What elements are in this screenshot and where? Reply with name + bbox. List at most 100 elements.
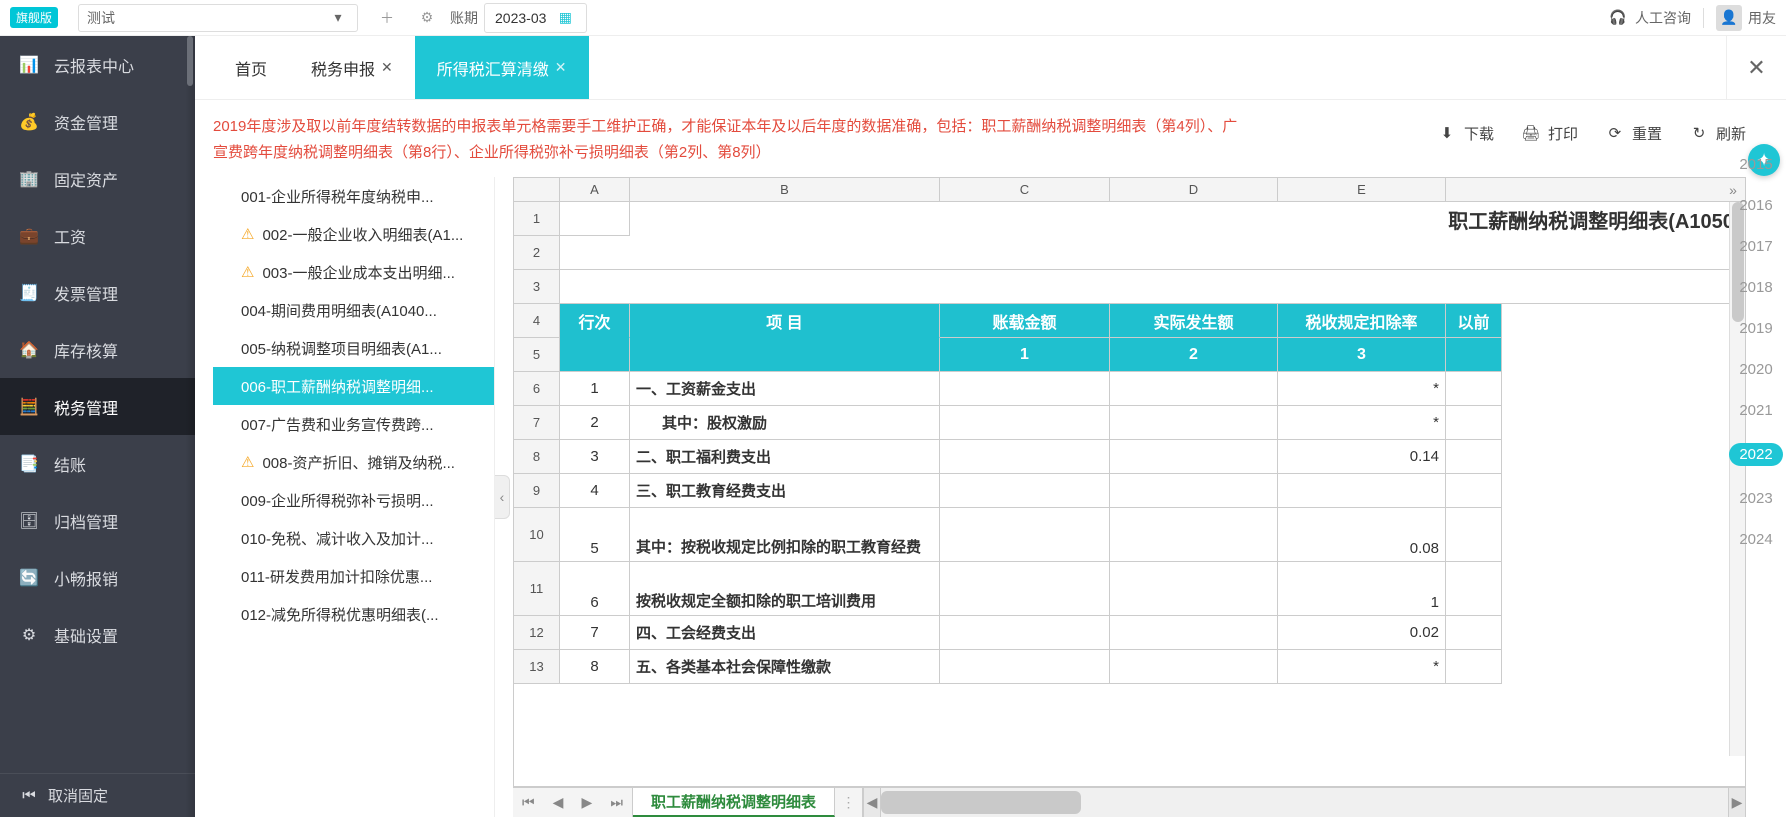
tab-0[interactable]: 首页 <box>213 36 289 99</box>
year-item[interactable]: 2023 <box>1739 490 1772 507</box>
year-item[interactable]: 2021 <box>1739 402 1772 419</box>
cell-f[interactable] <box>1446 406 1502 440</box>
horizontal-scrollbar[interactable]: ◀ ▶ <box>863 788 1746 817</box>
cell-proj[interactable]: 按税收规定全额扣除的职工培训费用 <box>630 562 940 616</box>
cell-f[interactable] <box>1446 372 1502 406</box>
form-list-item[interactable]: 004-期间费用明细表(A1040... <box>213 291 494 329</box>
year-item[interactable]: 2019 <box>1739 320 1772 337</box>
collapse-handle[interactable]: ‹ <box>495 475 510 519</box>
cell-proj[interactable]: 二、职工福利费支出 <box>630 440 940 474</box>
company-select[interactable]: 测试 ▾ <box>78 4 358 32</box>
cell-d[interactable] <box>1110 616 1278 650</box>
year-item[interactable]: 2022 <box>1729 443 1782 466</box>
cell-seq[interactable]: 6 <box>560 562 630 616</box>
cell-c[interactable] <box>940 650 1110 684</box>
sidebar-item-settings[interactable]: ⚙基础设置 <box>0 606 195 663</box>
sidebar-item-wage[interactable]: 💼工资 <box>0 207 195 264</box>
close-all-tabs-button[interactable]: ✕ <box>1726 36 1786 99</box>
row-header[interactable]: 10 <box>514 508 560 562</box>
cell-e[interactable]: * <box>1278 372 1446 406</box>
cell[interactable] <box>560 236 1745 270</box>
sidebar-item-building[interactable]: 🏢固定资产 <box>0 150 195 207</box>
sidebar-item-report[interactable]: 🔄小畅报销 <box>0 549 195 606</box>
row-header[interactable]: 4 <box>514 304 560 338</box>
cell-c[interactable] <box>940 372 1110 406</box>
cell-proj[interactable]: 四、工会经费支出 <box>630 616 940 650</box>
sidebar-item-invoice[interactable]: 🧾发票管理 <box>0 264 195 321</box>
year-item[interactable]: 2017 <box>1739 238 1772 255</box>
year-item[interactable]: 2016 <box>1739 197 1772 214</box>
form-list-item[interactable]: 009-企业所得税弥补亏损明... <box>213 481 494 519</box>
cell-f[interactable] <box>1446 562 1502 616</box>
cell-f[interactable] <box>1446 440 1502 474</box>
cell-d[interactable] <box>1110 406 1278 440</box>
hscroll-left-icon[interactable]: ◀ <box>863 788 881 817</box>
print-button[interactable]: 🖨打印 <box>1520 122 1578 144</box>
col-header[interactable]: B <box>630 178 940 201</box>
cell-c[interactable] <box>940 616 1110 650</box>
cell-seq[interactable]: 2 <box>560 406 630 440</box>
year-item[interactable]: 2020 <box>1739 361 1772 378</box>
cell-d[interactable] <box>1110 372 1278 406</box>
cell-d[interactable] <box>1110 650 1278 684</box>
row-header[interactable]: 2 <box>514 236 560 270</box>
sidebar-item-tax[interactable]: 🧮税务管理 <box>0 378 195 435</box>
form-list-item[interactable]: ⚠008-资产折旧、摊销及纳税... <box>213 443 494 481</box>
form-list-item[interactable]: 010-免税、减计收入及加计... <box>213 519 494 557</box>
cell[interactable] <box>560 270 1745 304</box>
sidebar-item-stock[interactable]: 🏠库存核算 <box>0 321 195 378</box>
cell-f[interactable] <box>1446 650 1502 684</box>
cell-e[interactable]: 0.08 <box>1278 508 1446 562</box>
expand-handle[interactable]: » <box>1722 179 1744 201</box>
hscroll-right-icon[interactable]: ▶ <box>1728 788 1746 817</box>
sidebar-scrollbar[interactable] <box>187 36 193 86</box>
row-header[interactable]: 11 <box>514 562 560 616</box>
col-header[interactable]: C <box>940 178 1110 201</box>
cell[interactable] <box>560 202 630 236</box>
cell-seq[interactable]: 1 <box>560 372 630 406</box>
row-header[interactable]: 13 <box>514 650 560 684</box>
form-list-item[interactable]: 007-广告费和业务宣传费跨... <box>213 405 494 443</box>
tab-1[interactable]: 税务申报✕ <box>289 36 415 99</box>
sidebar-item-money[interactable]: 💰资金管理 <box>0 93 195 150</box>
reset-button[interactable]: ⟳重置 <box>1604 122 1662 144</box>
cell-d[interactable] <box>1110 562 1278 616</box>
cell-seq[interactable]: 3 <box>560 440 630 474</box>
cell-proj[interactable]: 五、各类基本社会保障性缴款 <box>630 650 940 684</box>
gear-icon[interactable]: ⚙ <box>416 7 438 29</box>
year-item[interactable]: 2015 <box>1739 156 1772 173</box>
cell-f[interactable] <box>1446 616 1502 650</box>
form-list-item[interactable]: 012-减免所得税优惠明细表(... <box>213 595 494 633</box>
row-header[interactable]: 9 <box>514 474 560 508</box>
row-header[interactable]: 12 <box>514 616 560 650</box>
row-header[interactable]: 7 <box>514 406 560 440</box>
cell-e[interactable]: * <box>1278 406 1446 440</box>
col-header[interactable]: A <box>560 178 630 201</box>
sidebar-item-chart[interactable]: 📊云报表中心 <box>0 36 195 93</box>
spreadsheet-grid[interactable]: ABCDE1职工薪酬纳税调整明细表(A10505234行次项 目账载金额实际发生… <box>513 177 1746 787</box>
year-item[interactable]: 2024 <box>1739 531 1772 548</box>
sheet-next-icon[interactable]: ▶ <box>582 794 593 811</box>
cell-f[interactable] <box>1446 474 1502 508</box>
form-list-item[interactable]: ⚠002-一般企业收入明细表(A1... <box>213 215 494 253</box>
cell-c[interactable] <box>940 474 1110 508</box>
form-list-item[interactable]: 001-企业所得税年度纳税申... <box>213 177 494 215</box>
year-item[interactable]: 2018 <box>1739 279 1772 296</box>
cell-e[interactable]: 0.14 <box>1278 440 1446 474</box>
user-menu[interactable]: 👤 用友 <box>1716 5 1776 31</box>
download-button[interactable]: ⬇下载 <box>1436 122 1494 144</box>
row-header[interactable]: 8 <box>514 440 560 474</box>
cell-proj[interactable]: 三、职工教育经费支出 <box>630 474 940 508</box>
sheet-prev-icon[interactable]: ◀ <box>553 794 564 811</box>
col-header[interactable]: D <box>1110 178 1278 201</box>
cell-d[interactable] <box>1110 440 1278 474</box>
cell-c[interactable] <box>940 562 1110 616</box>
cell-c[interactable] <box>940 406 1110 440</box>
plus-icon[interactable]: ＋ <box>376 7 398 29</box>
form-list-item[interactable]: 011-研发费用加计扣除优惠... <box>213 557 494 595</box>
cell-proj[interactable]: 其中：按税收规定比例扣除的职工教育经费 <box>630 508 940 562</box>
row-header[interactable]: 1 <box>514 202 560 236</box>
cell-seq[interactable]: 7 <box>560 616 630 650</box>
cell-seq[interactable]: 5 <box>560 508 630 562</box>
cell-proj[interactable]: 一、工资薪金支出 <box>630 372 940 406</box>
